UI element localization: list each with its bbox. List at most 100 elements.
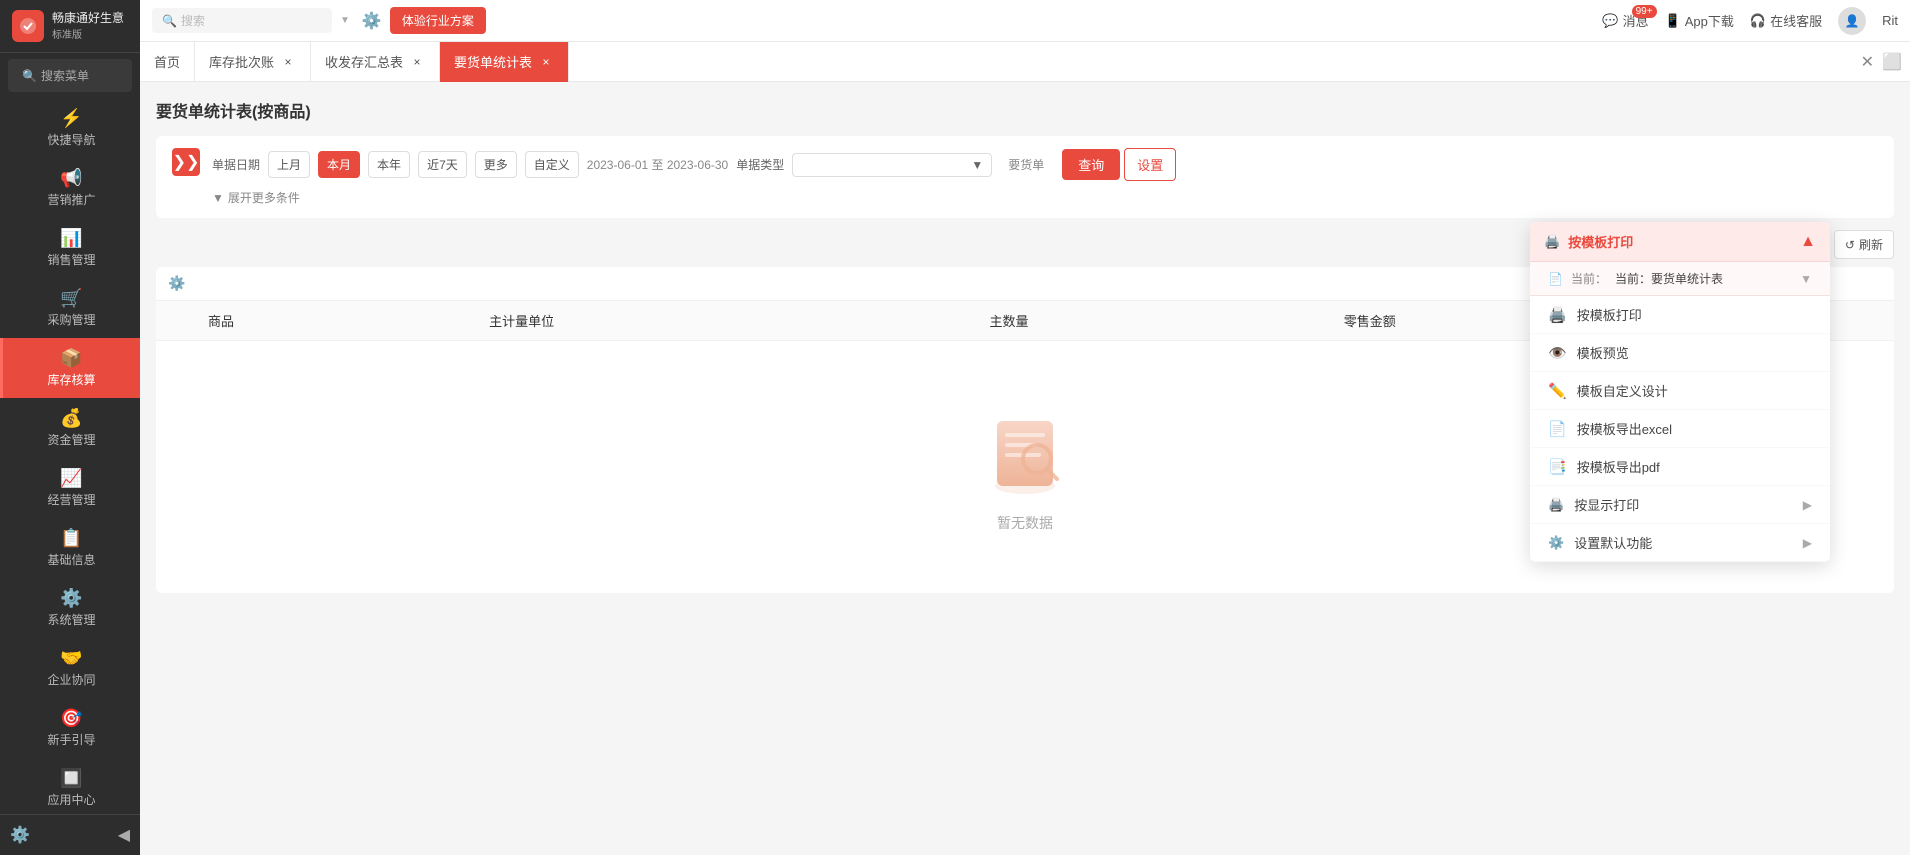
dropdown-item-export-pdf[interactable]: 📑 按模板导出pdf [1530,448,1830,486]
order-goods-label: 要货单 [1008,156,1044,173]
dropdown-print-icon: 🖨️ [1544,234,1560,250]
app-download-btn[interactable]: 📱 App下载 [1665,11,1734,30]
notification-icon: 💬 [1602,13,1618,29]
date-btn-last-month[interactable]: 上月 [268,151,310,178]
experience-btn[interactable]: 体验行业方案 [390,7,486,34]
topbar-dropdown-arrow[interactable]: ▼ [340,15,350,26]
sidebar-item-apps[interactable]: 🔲 应用中心 [0,758,140,814]
sidebar-item-inventory[interactable]: 📦 库存核算 [0,338,140,398]
tabs-right-controls: ✕ ⬜ [1861,52,1910,72]
current-template-arrow[interactable]: ▼ [1800,272,1812,286]
avatar-icon: 👤 [1845,14,1860,28]
order-type-arrow: ▼ [971,158,983,172]
sidebar-item-operation[interactable]: 📈 经营管理 [0,458,140,518]
print-dropdown-menu: 🖨️ 按模板打印 ▲ 📄 当前： 当前：要货单统计表 ▼ 🖨️ 按模板打印 [1530,222,1830,562]
date-btn-7days[interactable]: 近7天 [418,151,467,178]
main-area: 🔍 搜索 ▼ ⚙️ 体验行业方案 💬 消息 99+ 📱 App下载 🎧 在线客服… [140,0,1910,855]
phone-icon: 📱 [1665,13,1681,29]
dropdown-item-template-preview[interactable]: 👁️ 模板预览 [1530,334,1830,372]
date-btn-this-year[interactable]: 本年 [368,151,410,178]
dropdown-item-export-excel[interactable]: 📄 按模板导出excel [1530,410,1830,448]
tab-home[interactable]: 首页 [140,42,195,82]
tab-receipts[interactable]: 收发存汇总表 × [311,42,440,82]
sidebar-item-collab[interactable]: 🤝 企业协同 [0,638,140,698]
set-default-arrow: ▶ [1803,536,1812,550]
sidebar-item-system[interactable]: ⚙️ 系统管理 [0,578,140,638]
sidebar-nav: ⚡ 快捷导航 📢 营销推广 📊 销售管理 🛒 采购管理 📦 库存核算 💰 资金管… [0,98,140,814]
tab-receipts-close[interactable]: × [409,54,425,70]
settings-bottom-icon[interactable]: ⚙️ [10,825,30,845]
col-unit: 主计量单位 [477,301,977,341]
sidebar-search[interactable]: 🔍 搜索菜单 [8,59,132,92]
inventory-icon: 📦 [60,348,82,369]
refresh-btn[interactable]: ↺ 刷新 [1834,230,1894,259]
username-label[interactable]: Rit [1882,13,1898,28]
headset-icon: 🎧 [1750,13,1766,29]
tab-order-stats-close[interactable]: × [538,54,554,70]
operation-icon: 📈 [60,468,82,489]
date-btn-this-month[interactable]: 本月 [318,151,360,178]
order-type-label: 单据类型 [736,156,784,173]
notification-btn[interactable]: 💬 消息 99+ [1602,11,1648,30]
filter-toggle-icon: ❯❯ [173,152,200,172]
quicknav-icon: ⚡ [60,108,82,129]
expand-filter-btn[interactable]: ▼ 展开更多条件 [212,189,1878,206]
purchase-icon: 🛒 [60,288,82,309]
dropdown-item-template-design[interactable]: ✏️ 模板自定义设计 [1530,372,1830,410]
empty-icon [975,401,1075,501]
close-all-tabs-btn[interactable]: ✕ [1861,52,1874,72]
table-gear-icon[interactable]: ⚙️ [168,275,185,292]
topbar-search-icon: 🔍 [162,14,177,28]
dropdown-item-set-default[interactable]: ⚙️ 设置默认功能 ▶ [1530,524,1830,562]
finance-icon: 💰 [60,408,82,429]
logo-icon [12,10,44,42]
app-name: 畅康通好生意 [52,11,124,27]
tab-batch[interactable]: 库存批次账 × [195,42,311,82]
dropdown-title: 按模板打印 [1568,232,1633,251]
sidebar: 畅康通好生意 标准版 🔍 搜索菜单 ⚡ 快捷导航 📢 营销推广 📊 销售管理 🛒… [0,0,140,855]
filter-toggle-btn[interactable]: ❯❯ [172,148,200,176]
export-pdf-icon: 📑 [1548,458,1567,476]
topbar-right: 💬 消息 99+ 📱 App下载 🎧 在线客服 👤 Rit [1602,7,1898,35]
sidebar-bottom: ⚙️ ◀ [0,814,140,855]
date-btn-more[interactable]: 更多 [475,151,517,178]
collapse-sidebar-icon[interactable]: ◀ [118,825,130,845]
dropdown-item-template-print[interactable]: 🖨️ 按模板打印 [1530,296,1830,334]
template-design-icon: ✏️ [1548,382,1567,400]
dropdown-close-btn[interactable]: ▲ [1800,233,1816,251]
topbar-gear-icon[interactable]: ⚙️ [362,11,382,31]
sidebar-item-finance[interactable]: 💰 资金管理 [0,398,140,458]
sidebar-item-marketing[interactable]: 📢 营销推广 [0,158,140,218]
filter-row: 单据日期 上月 本月 本年 近7天 更多 自定义 2023-06-01 至 20… [212,148,1878,181]
dropdown-header: 🖨️ 按模板打印 ▲ [1530,222,1830,262]
apps-icon: 🔲 [60,768,82,789]
current-template-name: 当前：要货单统计表 [1615,270,1723,287]
search-icon: 🔍 [22,69,37,83]
sidebar-item-sales[interactable]: 📊 销售管理 [0,218,140,278]
empty-text: 暂无数据 [997,513,1053,533]
expand-icon: ▼ [212,191,224,205]
date-label: 单据日期 [212,156,260,173]
tabs-bar: 首页 库存批次账 × 收发存汇总表 × 要货单统计表 × ✕ ⬜ [140,42,1910,82]
display-print-icon: 🖨️ [1548,497,1564,513]
current-template-row: 📄 当前： 当前：要货单统计表 ▼ [1530,262,1830,296]
order-type-dropdown[interactable]: ▼ [792,153,992,177]
query-btn[interactable]: 查询 [1062,149,1120,180]
dropdown-item-display-print[interactable]: 🖨️ 按显示打印 ▶ [1530,486,1830,524]
settings-btn[interactable]: 设置 [1124,148,1176,181]
sidebar-item-guide[interactable]: 🎯 新手引导 [0,698,140,758]
maximize-btn[interactable]: ⬜ [1882,52,1902,72]
tab-batch-close[interactable]: × [280,54,296,70]
sidebar-item-quicknav[interactable]: ⚡ 快捷导航 [0,98,140,158]
sidebar-item-basic[interactable]: 📋 基础信息 [0,518,140,578]
online-service-btn[interactable]: 🎧 在线客服 [1750,11,1822,30]
page-content: 要货单统计表(按商品) ❯❯ 单据日期 上月 本月 本年 近7天 更多 自定义 … [140,82,1910,855]
date-btn-custom[interactable]: 自定义 [525,151,579,178]
sales-icon: 📊 [60,228,82,249]
tab-order-stats[interactable]: 要货单统计表 × [440,42,569,82]
sidebar-item-purchase[interactable]: 🛒 采购管理 [0,278,140,338]
user-avatar[interactable]: 👤 [1838,7,1866,35]
marketing-icon: 📢 [60,168,82,189]
topbar-search-box[interactable]: 🔍 搜索 [152,8,332,33]
basic-icon: 📋 [60,528,82,549]
